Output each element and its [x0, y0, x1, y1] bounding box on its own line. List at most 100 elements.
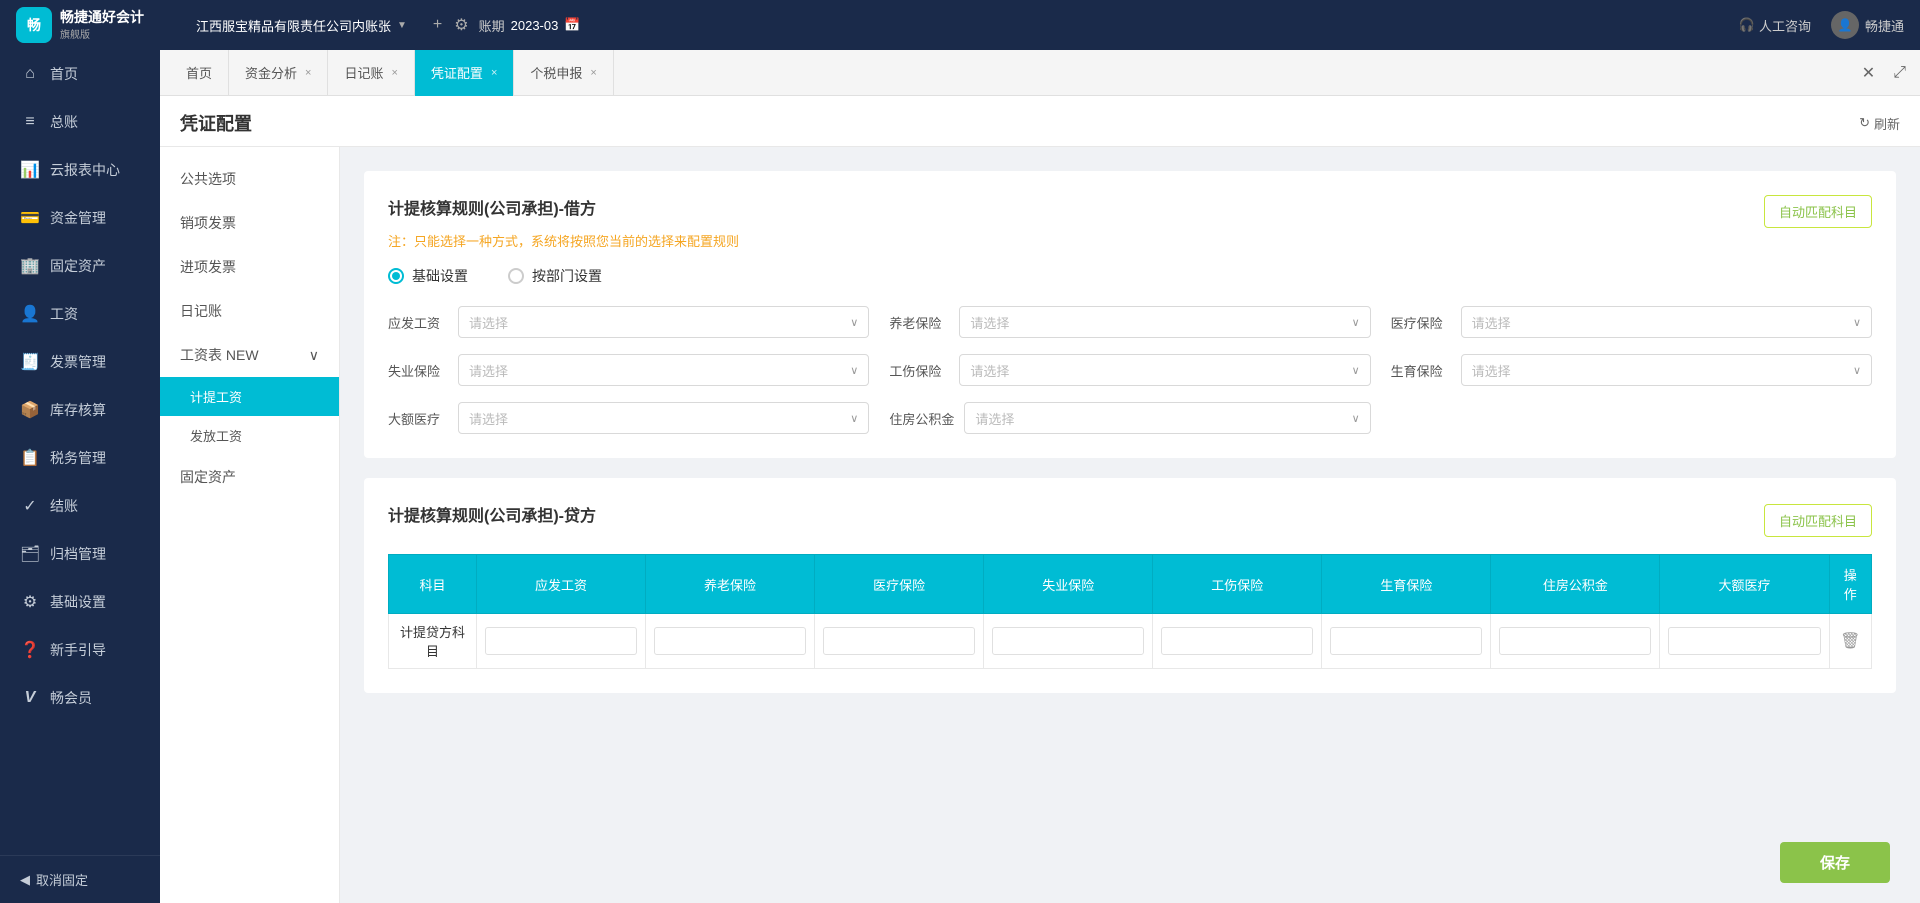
input-pension[interactable]: [654, 627, 806, 655]
cell-gross: [476, 614, 645, 669]
top-bar-actions: + ⚙: [433, 15, 469, 35]
sidebar-item-member[interactable]: V 畅会员: [0, 674, 160, 722]
tab-voucher-config[interactable]: 凭证配置 ×: [415, 50, 514, 96]
placeholder-unemployment: 请选择: [469, 361, 508, 380]
input-gross[interactable]: [485, 627, 637, 655]
credit-section: 计提核算规则(公司承担)-贷方 自动匹配科目 科目 应发工资 养老保险: [364, 478, 1896, 693]
select-medical[interactable]: 请选择 ∨: [1461, 306, 1872, 338]
guide-icon: ❓: [20, 640, 40, 660]
tab-tax-close[interactable]: ×: [590, 67, 596, 79]
sidebar-label-guide: 新手引导: [50, 640, 106, 660]
select-work-injury[interactable]: 请选择 ∨: [959, 354, 1370, 386]
credit-auto-match-button[interactable]: 自动匹配科目: [1764, 504, 1872, 537]
sidebar: ⌂ 首页 ≡ 总账 📊 云报表中心 💳 资金管理 🏢 固定资产 👤 工资 🧾 发…: [0, 50, 160, 903]
input-housing[interactable]: [1499, 627, 1651, 655]
select-gross-salary[interactable]: 请选择 ∨: [458, 306, 869, 338]
label-pension: 养老保险: [889, 313, 949, 332]
col-housing: 住房公积金: [1491, 555, 1660, 614]
save-button[interactable]: 保存: [1780, 842, 1890, 883]
settings-button[interactable]: ⚙: [454, 15, 468, 35]
sidebar-item-assets[interactable]: 🏢 固定资产: [0, 242, 160, 290]
input-unemployment[interactable]: [992, 627, 1144, 655]
tab-expand-button[interactable]: ⤢: [1889, 60, 1910, 86]
sidebar-item-reports[interactable]: 📊 云报表中心: [0, 146, 160, 194]
tab-home[interactable]: 首页: [170, 50, 229, 96]
nav-public[interactable]: 公共选项: [160, 157, 339, 201]
left-nav: 公共选项 销项发票 进项发票 日记账 工资表 NEW ∨: [160, 147, 340, 903]
add-button[interactable]: +: [433, 16, 442, 34]
debit-auto-match-button[interactable]: 自动匹配科目: [1764, 195, 1872, 228]
member-icon: V: [20, 689, 40, 707]
nav-fixed-assets[interactable]: 固定资产: [160, 455, 339, 499]
tab-tax-report[interactable]: 个税申报 ×: [514, 50, 613, 96]
refresh-button[interactable]: ↻ 刷新: [1859, 114, 1900, 133]
main-layout: ⌂ 首页 ≡ 总账 📊 云报表中心 💳 资金管理 🏢 固定资产 👤 工资 🧾 发…: [0, 50, 1920, 903]
sidebar-item-guide[interactable]: ❓ 新手引导: [0, 626, 160, 674]
input-medical[interactable]: [823, 627, 975, 655]
support-label: 人工咨询: [1759, 16, 1811, 35]
sidebar-item-archive[interactable]: 🗂 归档管理: [0, 530, 160, 578]
radio-dept[interactable]: 按部门设置: [508, 266, 602, 286]
nav-public-label: 公共选项: [180, 171, 236, 187]
tab-voucher-close[interactable]: ×: [491, 67, 497, 79]
sidebar-item-funds[interactable]: 💳 资金管理: [0, 194, 160, 242]
chevron-medical: ∨: [1853, 316, 1861, 329]
label-housing-fund: 住房公积金: [889, 409, 954, 428]
radio-dept-circle: [508, 268, 524, 284]
chevron-unemployment: ∨: [850, 364, 858, 377]
nav-fixed-assets-label: 固定资产: [180, 469, 236, 485]
nav-salary-group-header[interactable]: 工资表 NEW ∨: [160, 333, 339, 377]
label-work-injury: 工伤保险: [889, 361, 949, 380]
nav-purchase[interactable]: 进项发票: [160, 245, 339, 289]
radio-basic[interactable]: 基础设置: [388, 266, 468, 286]
period-value: 2023-03: [511, 18, 559, 33]
nav-pay-salary[interactable]: 发放工资: [160, 416, 339, 455]
sidebar-item-home[interactable]: ⌂ 首页: [0, 50, 160, 98]
select-housing-fund[interactable]: 请选择 ∨: [964, 402, 1370, 434]
col-subject: 科目: [389, 555, 477, 614]
sidebar-item-closing[interactable]: ✓ 结账: [0, 482, 160, 530]
right-panel: 计提核算规则(公司承担)-借方 注：只能选择一种方式，系统将按照您当前的选择来配…: [340, 147, 1920, 903]
user-area[interactable]: 👤 畅捷通: [1831, 11, 1904, 39]
tab-journal[interactable]: 日记账 ×: [328, 50, 414, 96]
tab-journal-close[interactable]: ×: [391, 67, 397, 79]
input-work-injury[interactable]: [1161, 627, 1313, 655]
select-major-medical[interactable]: 请选择 ∨: [458, 402, 869, 434]
cell-unemployment: [984, 614, 1153, 669]
cell-housing: [1491, 614, 1660, 669]
home-icon: ⌂: [20, 65, 40, 83]
tab-close-all-button[interactable]: ✕: [1858, 59, 1879, 87]
company-selector[interactable]: 江西服宝精品有限责任公司内账张 ▼: [196, 16, 413, 35]
tab-funds[interactable]: 资金分析 ×: [229, 50, 328, 96]
placeholder-maternity: 请选择: [1472, 361, 1511, 380]
cancel-fix-button[interactable]: ◀ 取消固定: [0, 855, 160, 903]
nav-journal[interactable]: 日记账: [160, 289, 339, 333]
page-content: 凭证配置 ↻ 刷新 公共选项 销项发票 进项发票: [160, 96, 1920, 903]
reports-icon: 📊: [20, 160, 40, 180]
sidebar-item-inventory[interactable]: 📦 库存核算: [0, 386, 160, 434]
select-unemployment[interactable]: 请选择 ∨: [458, 354, 869, 386]
top-bar-right: 🎧 人工咨询 👤 畅捷通: [1739, 11, 1904, 39]
tab-funds-close[interactable]: ×: [305, 67, 311, 79]
input-maternity[interactable]: [1330, 627, 1482, 655]
cell-work-injury: [1153, 614, 1322, 669]
nav-calc-salary[interactable]: 计提工资: [160, 377, 339, 416]
calendar-icon[interactable]: 📅: [564, 17, 580, 33]
radio-dept-label: 按部门设置: [532, 266, 602, 286]
support-button[interactable]: 🎧 人工咨询: [1739, 16, 1811, 35]
sidebar-item-ledger[interactable]: ≡ 总账: [0, 98, 160, 146]
delete-button[interactable]: 🗑: [1840, 633, 1860, 650]
archive-icon: 🗂: [20, 544, 40, 564]
sidebar-item-settings[interactable]: ⚙ 基础设置: [0, 578, 160, 626]
nav-sales[interactable]: 销项发票: [160, 201, 339, 245]
sidebar-item-salary[interactable]: 👤 工资: [0, 290, 160, 338]
radio-basic-circle: [388, 268, 404, 284]
select-pension[interactable]: 请选择 ∨: [959, 306, 1370, 338]
company-name: 江西服宝精品有限责任公司内账张: [196, 16, 391, 35]
sidebar-item-tax[interactable]: 📋 税务管理: [0, 434, 160, 482]
cell-delete: 🗑: [1829, 614, 1871, 669]
input-major-medical[interactable]: [1668, 627, 1820, 655]
nav-sales-label: 销项发票: [180, 215, 236, 231]
sidebar-item-invoice[interactable]: 🧾 发票管理: [0, 338, 160, 386]
select-maternity[interactable]: 请选择 ∨: [1461, 354, 1872, 386]
